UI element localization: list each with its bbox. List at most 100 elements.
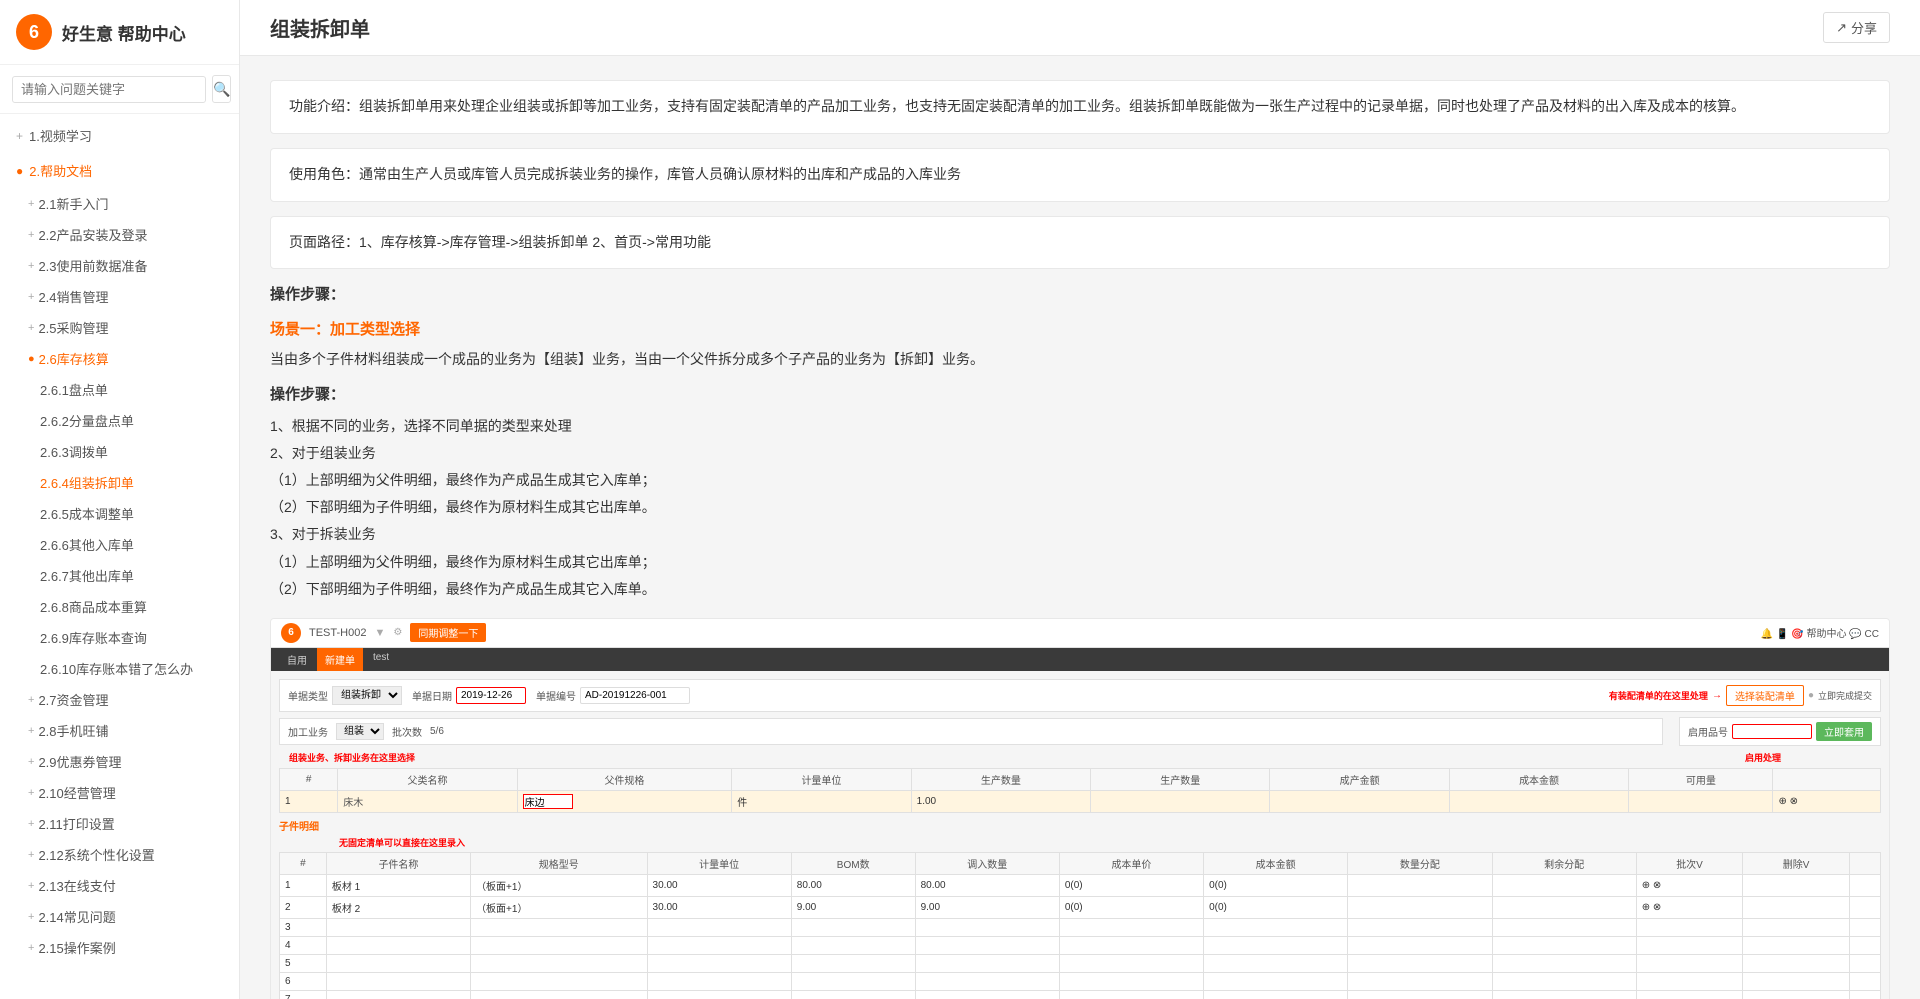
sub-col-remain: 剩余分配 [1492, 852, 1636, 874]
plus-icon-sm5: + [28, 322, 34, 334]
sub-col-unit: 计量单位 [647, 852, 791, 874]
mock-parent-table-header: # 父类名称 父件规格 计量单位 生产数量 生产数量 成产金额 成本金额 可用量 [280, 768, 1881, 790]
page-path-box: 页面路径：1、库存核算->库存管理->组装拆卸单 2、首页->常用功能 [270, 216, 1890, 270]
share-button[interactable]: ↗ 分享 [1823, 12, 1890, 43]
sidebar-logo: 6 好生意 帮助中心 [0, 0, 239, 65]
mock-logo: 6 [281, 623, 301, 643]
sidebar-item-purchase[interactable]: + 2.5采购管理 [0, 312, 239, 343]
mock-process-select[interactable]: 组装 拆卸 [336, 723, 384, 740]
annotation4-label: 无固定清单可以直接在这里录入 [339, 838, 465, 848]
sidebar-item-cases[interactable]: + 2.15操作案例 [0, 932, 239, 963]
mock-topbar-btn[interactable]: 同期调整一下 [410, 623, 486, 642]
sidebar-item-inventory[interactable]: ● 2.6库存核算 [0, 343, 239, 374]
mock-annotations: 组装业务、拆卸业务在这里选择 启用处理 [279, 751, 1881, 764]
mock-nav-home[interactable]: 自用 [279, 648, 315, 671]
search-button[interactable]: 🔍 [212, 75, 231, 103]
step-3-1: （1）上部明细为父件明细，最终作为原材料生成其它出库单； [270, 550, 1890, 575]
sidebar: 6 好生意 帮助中心 🔍 + 1.视频学习 ● 2.帮助文档 + 2.1新手入门… [0, 0, 240, 999]
mock-parent-table: # 父类名称 父件规格 计量单位 生产数量 生产数量 成产金额 成本金额 可用量 [279, 768, 1881, 813]
mock-field-type: 单据类型 组装拆卸 [288, 686, 402, 705]
main-header: 组装拆卸单 ↗ 分享 [240, 0, 1920, 56]
nav-sub-sub-inventory: 2.6.1盘点单 2.6.2分量盘点单 2.6.3调拨单 2.6.4组装拆卸单 … [0, 374, 239, 684]
mock-nav-new[interactable]: 新建单 [317, 648, 363, 671]
sidebar-item-payment[interactable]: + 2.13在线支付 [0, 870, 239, 901]
mock-date-input[interactable] [456, 687, 526, 704]
sidebar-item-coupon[interactable]: + 2.9优惠券管理 [0, 746, 239, 777]
plus-icon-sys: + [28, 849, 34, 861]
sidebar-item-assembly[interactable]: 2.6.4组装拆卸单 [0, 467, 239, 498]
screenshot-container: 6 TEST-H002 ▼ ⚙ 同期调整一下 🔔 📱 🎯 帮助中心 💬 CC 自… [270, 618, 1890, 999]
mock-spec-input[interactable] [523, 794, 573, 809]
mock-sub-table-header: # 子件名称 规格型号 计量单位 BOM数 调入数量 成本单价 成本金额 数量分… [280, 852, 1881, 874]
mock-docno-input[interactable] [580, 687, 690, 704]
page-title: 组装拆卸单 [270, 13, 370, 42]
nav-section: + 1.视频学习 ● 2.帮助文档 + 2.1新手入门 + 2.2产品安装及登录… [0, 114, 239, 967]
annotation2-label: 组装业务、拆卸业务在这里选择 [289, 751, 415, 764]
mock-nav-test[interactable]: test [365, 648, 397, 671]
col-unit: 计量单位 [732, 768, 911, 790]
mock-confirm-btn[interactable]: 选择装配清单 [1726, 685, 1804, 706]
col-cost-amt: 成本金额 [1449, 768, 1628, 790]
mock-sub-row-7: 7 [280, 990, 1881, 999]
col-num: # [280, 768, 338, 790]
mock-type-select[interactable]: 组装拆卸 [332, 686, 402, 705]
mock-sub-row: 加工业务 组装 拆卸 批次数 5/6 [279, 718, 1663, 745]
plus-icon-cas: + [28, 942, 34, 954]
sidebar-item-install[interactable]: + 2.2产品安装及登录 [0, 219, 239, 250]
mock-sub-row-1: 1 板材 1 （板面+1） 30.00 80.00 80.00 0(0) 0(0… [280, 874, 1881, 896]
sidebar-item-data[interactable]: + 2.3使用前数据准备 [0, 250, 239, 281]
search-input[interactable] [12, 76, 206, 103]
sub-col-adjust: 调入数量 [915, 852, 1059, 874]
sidebar-item-faq[interactable]: + 2.14常见问题 [0, 901, 239, 932]
mock-annotation1-area: 有装配清单的在这里处理 → 选择装配清单 ● 立即完成提交 [1609, 685, 1872, 706]
plus-icon-sm3: + [28, 260, 34, 272]
sub-col-batch: 批次V [1636, 852, 1743, 874]
sidebar-item-mobile[interactable]: + 2.8手机旺铺 [0, 715, 239, 746]
mock-company: TEST-H002 [309, 627, 366, 639]
mock-field-docno: 单据编号 [536, 687, 690, 704]
sidebar-item-cost[interactable]: 2.6.5成本调整单 [0, 498, 239, 529]
sidebar-item-system[interactable]: + 2.12系统个性化设置 [0, 839, 239, 870]
sub-col-del: 删除V [1743, 852, 1850, 874]
sub-col-act [1849, 852, 1880, 874]
sidebar-item-docs[interactable]: ● 2.帮助文档 [0, 153, 239, 188]
sidebar-item-ledger[interactable]: 2.6.9库存账本查询 [0, 622, 239, 653]
sidebar-item-other-in[interactable]: 2.6.6其他入库单 [0, 529, 239, 560]
sidebar-item-stocktake[interactable]: 2.6.1盘点单 [0, 374, 239, 405]
sidebar-item-partial[interactable]: 2.6.2分量盘点单 [0, 405, 239, 436]
col-prod-amt: 成产金额 [1270, 768, 1449, 790]
sub-col-spec: 规格型号 [471, 852, 647, 874]
sub-col-cost-amt: 成本金额 [1204, 852, 1348, 874]
sidebar-item-sales[interactable]: + 2.4销售管理 [0, 281, 239, 312]
mock-topbar-icons: 🔔 📱 🎯 帮助中心 💬 CC [1761, 625, 1879, 640]
col-available: 可用量 [1629, 768, 1773, 790]
mock-sub-row-2: 2 板材 2 （板面+1） 30.00 9.00 9.00 0(0) 0(0) [280, 896, 1881, 918]
mock-form-row1: 单据类型 组装拆卸 单据日期 单据编号 [279, 679, 1881, 712]
nav-sub-docs: + 2.1新手入门 + 2.2产品安装及登录 + 2.3使用前数据准备 + 2.… [0, 188, 239, 963]
sidebar-item-other-out[interactable]: 2.6.7其他出库单 [0, 560, 239, 591]
sidebar-item-video[interactable]: + 1.视频学习 [0, 118, 239, 153]
user-role-box: 使用角色：通常由生产人员或库管人员完成拆装业务的操作，库管人员确认原材料的出库和… [270, 148, 1890, 202]
mock-annotation-row: 加工业务 组装 拆卸 批次数 5/6 启用品号 立即套用 [279, 717, 1881, 746]
search-bar: 🔍 [0, 65, 239, 114]
mock-form-body: 单据类型 组装拆卸 单据日期 单据编号 [271, 671, 1889, 999]
scenario1-title: 场景一：加工类型选择 [270, 318, 1890, 339]
content-area: 功能介绍：组装拆卸单用来处理企业组装或拆卸等加工业务，支持有固定装配清单的产品加… [240, 56, 1920, 999]
step-2: 2、对于组装业务 [270, 441, 1890, 466]
operations-title: 操作步骤： [270, 283, 1890, 304]
plus-icon-sm2: + [28, 229, 34, 241]
sidebar-item-finance[interactable]: + 2.7资金管理 [0, 684, 239, 715]
sidebar-item-print[interactable]: + 2.11打印设置 [0, 808, 239, 839]
sidebar-item-adjust[interactable]: 2.6.3调拨单 [0, 436, 239, 467]
mock-enable-input[interactable] [1732, 724, 1812, 739]
sidebar-item-error[interactable]: 2.6.10库存账本错了怎么办 [0, 653, 239, 684]
steps-list: 1、根据不同的业务，选择不同单据的类型来处理 2、对于组装业务 （1）上部明细为… [270, 414, 1890, 602]
page-path-text: 页面路径：1、库存核算->库存管理->组装拆卸单 2、首页->常用功能 [289, 234, 711, 250]
sidebar-item-ops[interactable]: + 2.10经营管理 [0, 777, 239, 808]
sidebar-item-beginner[interactable]: + 2.1新手入门 [0, 188, 239, 219]
sidebar-item-recalc[interactable]: 2.6.8商品成本重算 [0, 591, 239, 622]
operations-section: 操作步骤： 场景一：加工类型选择 当由多个子件材料组装成一个成品的业务为【组装】… [270, 283, 1890, 602]
mock-topbar: 6 TEST-H002 ▼ ⚙ 同期调整一下 🔔 📱 🎯 帮助中心 💬 CC [271, 619, 1889, 648]
mock-apply-btn[interactable]: 立即套用 [1816, 722, 1872, 741]
mock-sub-table: # 子件名称 规格型号 计量单位 BOM数 调入数量 成本单价 成本金额 数量分… [279, 852, 1881, 999]
